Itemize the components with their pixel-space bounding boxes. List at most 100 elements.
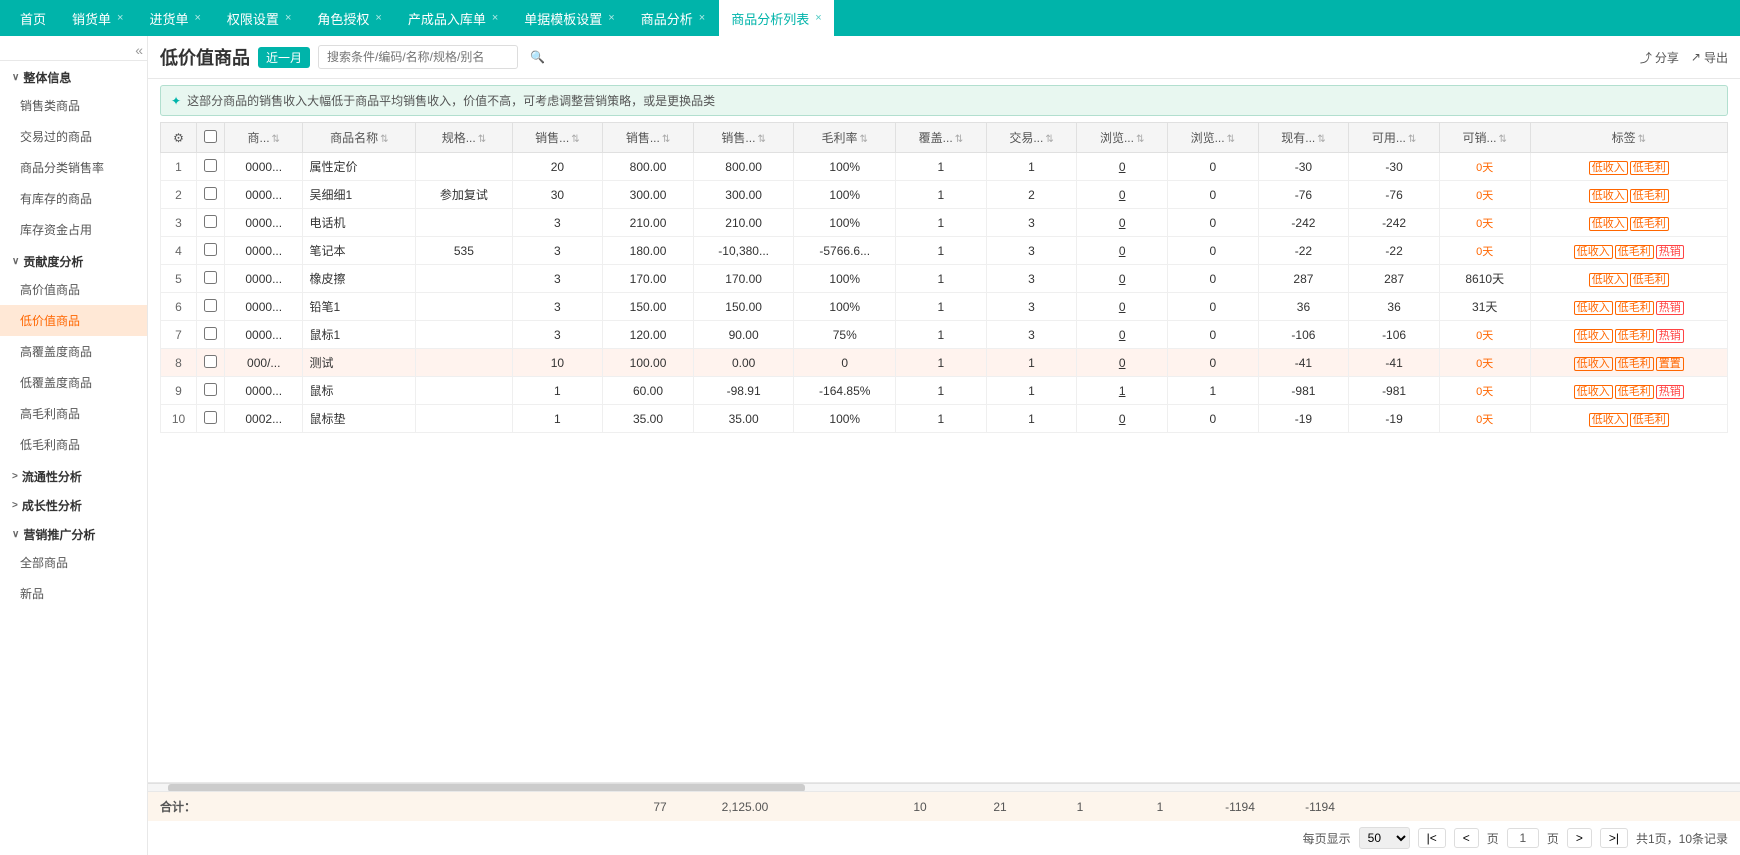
- row-checkbox[interactable]: [204, 271, 217, 284]
- close-list-icon[interactable]: ×: [815, 12, 821, 24]
- nav-home[interactable]: 首页: [8, 0, 58, 36]
- cell-checkbox[interactable]: [197, 349, 225, 377]
- col-current[interactable]: 现有...⇅: [1258, 123, 1349, 153]
- sidebar-item-stock-funds[interactable]: 库存资金占用: [0, 214, 147, 245]
- cell-checkbox[interactable]: [197, 405, 225, 433]
- sidebar-item-low-value[interactable]: 低价值商品: [0, 305, 147, 336]
- last-page-btn[interactable]: >|: [1600, 828, 1628, 848]
- cell-browse1[interactable]: 0: [1077, 321, 1168, 349]
- col-checkbox[interactable]: [197, 123, 225, 153]
- col-tags[interactable]: 标签⇅: [1530, 123, 1727, 153]
- cell-checkbox[interactable]: [197, 237, 225, 265]
- cell-browse1[interactable]: 0: [1077, 181, 1168, 209]
- browse1-link[interactable]: 0: [1119, 356, 1126, 370]
- table-container[interactable]: ⚙ 商...⇅ 商品名称⇅ 规格...⇅ 销售...⇅ 销售...⇅ 销售...…: [148, 122, 1740, 782]
- sidebar-group-growth[interactable]: > 成长性分析: [0, 489, 147, 518]
- cell-browse1[interactable]: 0: [1077, 293, 1168, 321]
- cell-checkbox[interactable]: [197, 265, 225, 293]
- close-sales-order-icon[interactable]: ×: [117, 12, 123, 24]
- row-checkbox[interactable]: [204, 243, 217, 256]
- browse1-link[interactable]: 1: [1119, 384, 1126, 398]
- browse1-link[interactable]: 0: [1119, 244, 1126, 258]
- close-roles-icon[interactable]: ×: [375, 12, 381, 24]
- cell-browse1[interactable]: 0: [1077, 237, 1168, 265]
- col-browse1[interactable]: 浏览...⇅: [1077, 123, 1168, 153]
- browse1-link[interactable]: 0: [1119, 160, 1126, 174]
- col-available[interactable]: 可用...⇅: [1349, 123, 1440, 153]
- nav-roles[interactable]: 角色授权 ×: [305, 0, 393, 36]
- cell-browse1[interactable]: 0: [1077, 349, 1168, 377]
- col-spec[interactable]: 规格...⇅: [416, 123, 512, 153]
- search-icon[interactable]: 🔍: [530, 50, 545, 64]
- col-settings[interactable]: ⚙: [161, 123, 197, 153]
- row-checkbox[interactable]: [204, 215, 217, 228]
- cell-checkbox[interactable]: [197, 181, 225, 209]
- col-sellable[interactable]: 可销...⇅: [1439, 123, 1530, 153]
- sidebar-item-high-value[interactable]: 高价值商品: [0, 274, 147, 305]
- nav-permissions[interactable]: 权限设置 ×: [215, 0, 303, 36]
- nav-product-analysis-list[interactable]: 商品分析列表 ×: [719, 0, 833, 36]
- nav-template[interactable]: 单据模板设置 ×: [512, 0, 626, 36]
- first-page-btn[interactable]: |<: [1418, 828, 1446, 848]
- close-product-inbound-icon[interactable]: ×: [492, 12, 498, 24]
- sidebar-group-overall[interactable]: ∨ 整体信息: [0, 61, 147, 90]
- cell-browse1[interactable]: 0: [1077, 209, 1168, 237]
- sidebar-group-contribution[interactable]: ∨ 贡献度分析: [0, 245, 147, 274]
- row-checkbox[interactable]: [204, 355, 217, 368]
- sidebar-item-stock-goods[interactable]: 有库存的商品: [0, 183, 147, 214]
- sidebar-item-low-coverage[interactable]: 低覆盖度商品: [0, 367, 147, 398]
- nav-sales-order[interactable]: 销货单 ×: [60, 0, 135, 36]
- close-purchase-icon[interactable]: ×: [194, 12, 200, 24]
- sidebar-item-low-margin[interactable]: 低毛利商品: [0, 429, 147, 460]
- next-page-btn[interactable]: >: [1567, 828, 1592, 848]
- row-checkbox[interactable]: [204, 411, 217, 424]
- search-input[interactable]: [318, 45, 518, 69]
- prev-page-btn[interactable]: <: [1454, 828, 1479, 848]
- sidebar-item-high-coverage[interactable]: 高覆盖度商品: [0, 336, 147, 367]
- close-template-icon[interactable]: ×: [608, 12, 614, 24]
- col-transaction[interactable]: 交易...⇅: [986, 123, 1077, 153]
- sidebar-item-sales-goods[interactable]: 销售类商品: [0, 90, 147, 121]
- row-checkbox[interactable]: [204, 159, 217, 172]
- per-page-select[interactable]: 50 100 200: [1359, 827, 1410, 849]
- sidebar-item-high-margin[interactable]: 高毛利商品: [0, 398, 147, 429]
- nav-purchase[interactable]: 进货单 ×: [137, 0, 212, 36]
- browse1-link[interactable]: 0: [1119, 216, 1126, 230]
- col-name[interactable]: 商品名称⇅: [303, 123, 416, 153]
- cell-browse1[interactable]: 1: [1077, 377, 1168, 405]
- col-browse2[interactable]: 浏览...⇅: [1167, 123, 1258, 153]
- row-checkbox[interactable]: [204, 327, 217, 340]
- share-button[interactable]: ⤴ 分享: [1640, 49, 1679, 66]
- export-button[interactable]: ↗ 导出: [1691, 49, 1728, 66]
- cell-browse1[interactable]: 0: [1077, 405, 1168, 433]
- col-coverage[interactable]: 覆盖...⇅: [896, 123, 987, 153]
- close-permissions-icon[interactable]: ×: [285, 12, 291, 24]
- cell-checkbox[interactable]: [197, 321, 225, 349]
- cell-browse1[interactable]: 0: [1077, 153, 1168, 181]
- col-sales-price[interactable]: 销售...⇅: [603, 123, 694, 153]
- nav-product-inbound[interactable]: 产成品入库单 ×: [396, 0, 510, 36]
- nav-product-analysis[interactable]: 商品分析 ×: [629, 0, 717, 36]
- sidebar-item-all-goods[interactable]: 全部商品: [0, 547, 147, 578]
- close-product-analysis-icon[interactable]: ×: [699, 12, 705, 24]
- collapse-sidebar-btn[interactable]: «: [135, 42, 143, 58]
- sidebar-item-new-goods[interactable]: 新品: [0, 578, 147, 609]
- sidebar-item-traded-goods[interactable]: 交易过的商品: [0, 121, 147, 152]
- cell-checkbox[interactable]: [197, 209, 225, 237]
- col-margin[interactable]: 毛利率⇅: [794, 123, 896, 153]
- browse1-link[interactable]: 0: [1119, 328, 1126, 342]
- browse1-link[interactable]: 0: [1119, 188, 1126, 202]
- col-sales-qty[interactable]: 销售...⇅: [512, 123, 603, 153]
- sidebar-item-category-rate[interactable]: 商品分类销售率: [0, 152, 147, 183]
- browse1-link[interactable]: 0: [1119, 272, 1126, 286]
- cell-checkbox[interactable]: [197, 153, 225, 181]
- col-code[interactable]: 商...⇅: [225, 123, 303, 153]
- sidebar-group-marketing[interactable]: ∨ 营销推广分析: [0, 518, 147, 547]
- row-checkbox[interactable]: [204, 383, 217, 396]
- date-tag-btn[interactable]: 近一月: [258, 47, 310, 68]
- col-sales-amount[interactable]: 销售...⇅: [693, 123, 794, 153]
- row-checkbox[interactable]: [204, 299, 217, 312]
- sidebar-group-liquidity[interactable]: > 流通性分析: [0, 460, 147, 489]
- cell-checkbox[interactable]: [197, 377, 225, 405]
- browse1-link[interactable]: 0: [1119, 412, 1126, 426]
